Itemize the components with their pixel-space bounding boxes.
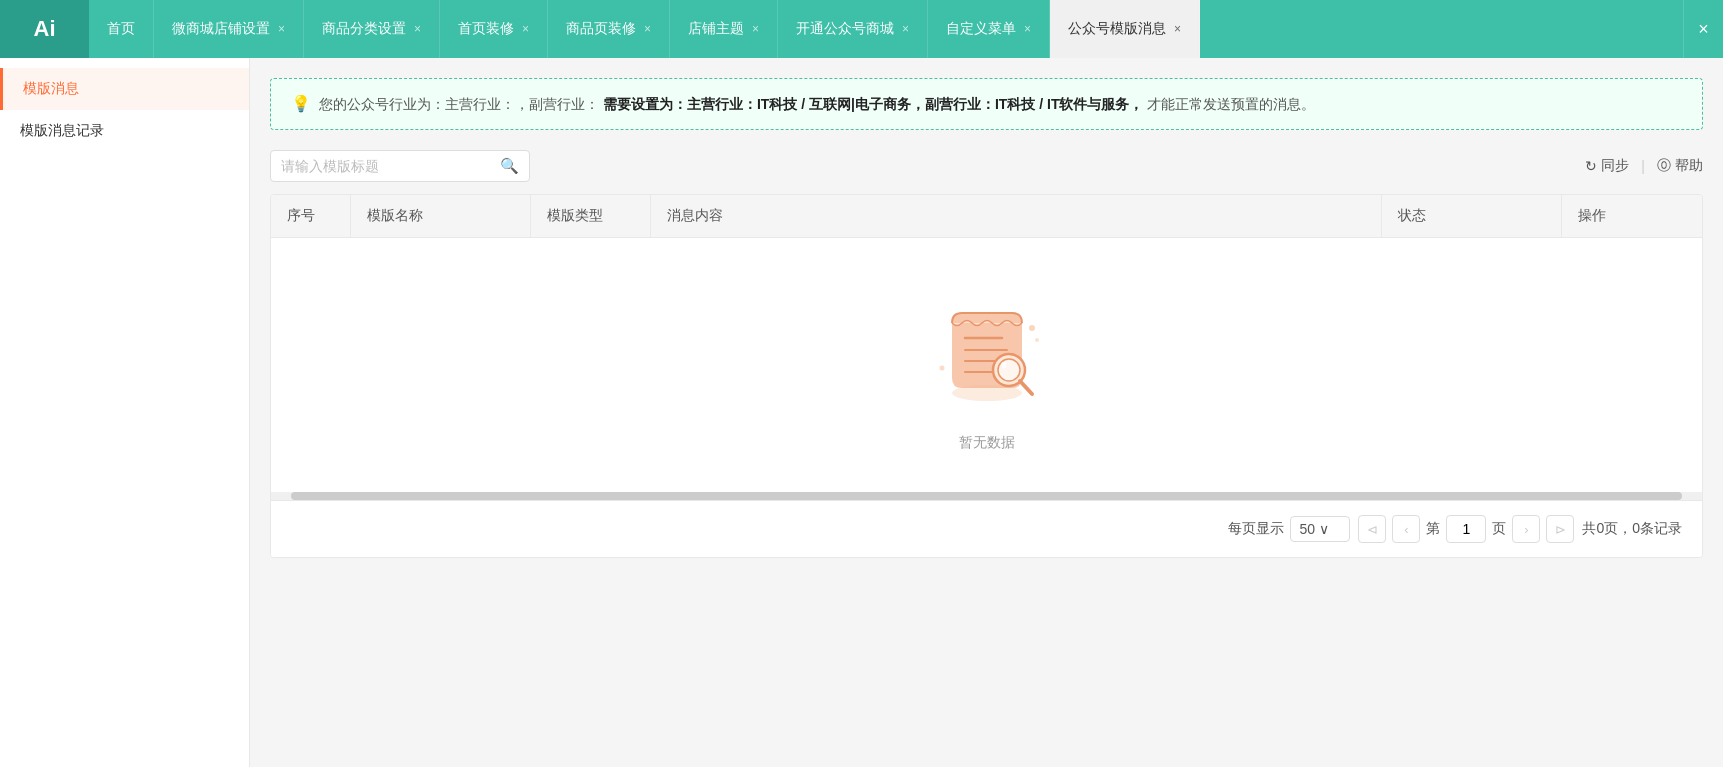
close-tab-shop-settings[interactable]: × <box>278 22 285 36</box>
close-tab-open-store[interactable]: × <box>902 22 909 36</box>
content-area: 💡 您的公众号行业为：主营行业：，副营行业： 需要设置为：主营行业：IT科技 /… <box>250 58 1723 767</box>
table-container: 序号 模版名称 模版类型 消息内容 状态 操作 <box>270 194 1703 558</box>
empty-illustration <box>927 298 1047 418</box>
empty-text: 暂无数据 <box>959 434 1015 452</box>
page-label: 第 <box>1426 520 1440 538</box>
nav-tab-custom-menu[interactable]: 自定义菜单 × <box>928 0 1050 58</box>
sync-button[interactable]: ↻ 同步 <box>1585 157 1629 175</box>
nav-tab-store-theme[interactable]: 店铺主题 × <box>670 0 778 58</box>
toolbar-right: ↻ 同步 | ⓪ 帮助 <box>1585 157 1703 175</box>
svg-point-6 <box>998 359 1020 381</box>
page-total: 共0页，0条记录 <box>1582 520 1682 538</box>
sidebar-item-template-message[interactable]: 模版消息 <box>0 68 249 110</box>
first-page-button[interactable]: ⊲ <box>1358 515 1386 543</box>
svg-point-11 <box>939 366 944 371</box>
page-number-input[interactable] <box>1446 515 1486 543</box>
notice-icon: 💡 <box>291 94 311 113</box>
svg-point-9 <box>1029 325 1035 331</box>
nav-tab-template-message[interactable]: 公众号模版消息 × <box>1050 0 1200 58</box>
page-navigation: ⊲ ‹ 第 页 › ⊳ <box>1358 515 1574 543</box>
page-end-label: 页 <box>1492 520 1506 538</box>
pagination: 每页显示 50 ∨ ⊲ ‹ 第 页 › ⊳ 共0页，0条记录 <box>271 500 1702 557</box>
help-icon: ⓪ <box>1657 157 1671 175</box>
close-tab-custom-menu[interactable]: × <box>1024 22 1031 36</box>
main-layout: 模版消息 模版消息记录 💡 您的公众号行业为：主营行业：，副营行业： 需要设置为… <box>0 58 1723 767</box>
search-icon[interactable]: 🔍 <box>500 157 519 175</box>
app-logo: Ai <box>0 0 89 58</box>
notice-text: 您的公众号行业为：主营行业：，副营行业： 需要设置为：主营行业：IT科技 / 互… <box>319 93 1315 115</box>
table-scrollbar[interactable] <box>271 492 1702 500</box>
svg-point-10 <box>1035 338 1039 342</box>
close-tab-template-message[interactable]: × <box>1174 22 1181 36</box>
svg-line-7 <box>1020 381 1032 394</box>
col-header-name: 模版名称 <box>351 195 531 237</box>
search-box: 🔍 <box>270 150 530 182</box>
toolbar: 🔍 ↻ 同步 | ⓪ 帮助 <box>270 150 1703 182</box>
close-tab-home-decor[interactable]: × <box>522 22 529 36</box>
nav-tab-home-decor[interactable]: 首页装修 × <box>440 0 548 58</box>
sync-icon: ↻ <box>1585 158 1597 174</box>
svg-point-8 <box>1001 362 1007 368</box>
nav-tab-open-store[interactable]: 开通公众号商城 × <box>778 0 928 58</box>
empty-state: 暂无数据 <box>271 238 1702 492</box>
notice-banner: 💡 您的公众号行业为：主营行业：，副营行业： 需要设置为：主营行业：IT科技 /… <box>270 78 1703 130</box>
search-input[interactable] <box>281 158 500 174</box>
nav-tab-product-decor[interactable]: 商品页装修 × <box>548 0 670 58</box>
sidebar: 模版消息 模版消息记录 <box>0 58 250 767</box>
page-size-select: 每页显示 50 ∨ <box>1228 516 1350 542</box>
nav-tabs-container: 首页 微商城店铺设置 × 商品分类设置 × 首页装修 × 商品页装修 × 店铺主… <box>89 0 1683 58</box>
col-header-status: 状态 <box>1382 195 1562 237</box>
prev-page-button[interactable]: ‹ <box>1392 515 1420 543</box>
chevron-down-icon: ∨ <box>1319 521 1329 537</box>
next-page-button[interactable]: › <box>1512 515 1540 543</box>
top-navigation: Ai 首页 微商城店铺设置 × 商品分类设置 × 首页装修 × 商品页装修 × … <box>0 0 1723 58</box>
table-scrollbar-thumb[interactable] <box>291 492 1682 500</box>
last-page-button[interactable]: ⊳ <box>1546 515 1574 543</box>
col-header-action: 操作 <box>1562 195 1702 237</box>
close-tab-store-theme[interactable]: × <box>752 22 759 36</box>
col-header-index: 序号 <box>271 195 351 237</box>
toolbar-divider: | <box>1641 158 1645 174</box>
page-size-label: 每页显示 <box>1228 520 1284 538</box>
close-all-tabs-button[interactable]: × <box>1683 0 1723 58</box>
nav-tab-shop-settings[interactable]: 微商城店铺设置 × <box>154 0 304 58</box>
table-header: 序号 模版名称 模版类型 消息内容 状态 操作 <box>271 195 1702 238</box>
sidebar-item-template-message-records[interactable]: 模版消息记录 <box>0 110 249 152</box>
help-button[interactable]: ⓪ 帮助 <box>1657 157 1703 175</box>
close-tab-product-decor[interactable]: × <box>644 22 651 36</box>
col-header-content: 消息内容 <box>651 195 1382 237</box>
nav-tab-home[interactable]: 首页 <box>89 0 154 58</box>
col-header-type: 模版类型 <box>531 195 651 237</box>
nav-tab-category-settings[interactable]: 商品分类设置 × <box>304 0 440 58</box>
close-tab-category-settings[interactable]: × <box>414 22 421 36</box>
page-size-dropdown[interactable]: 50 ∨ <box>1290 516 1350 542</box>
